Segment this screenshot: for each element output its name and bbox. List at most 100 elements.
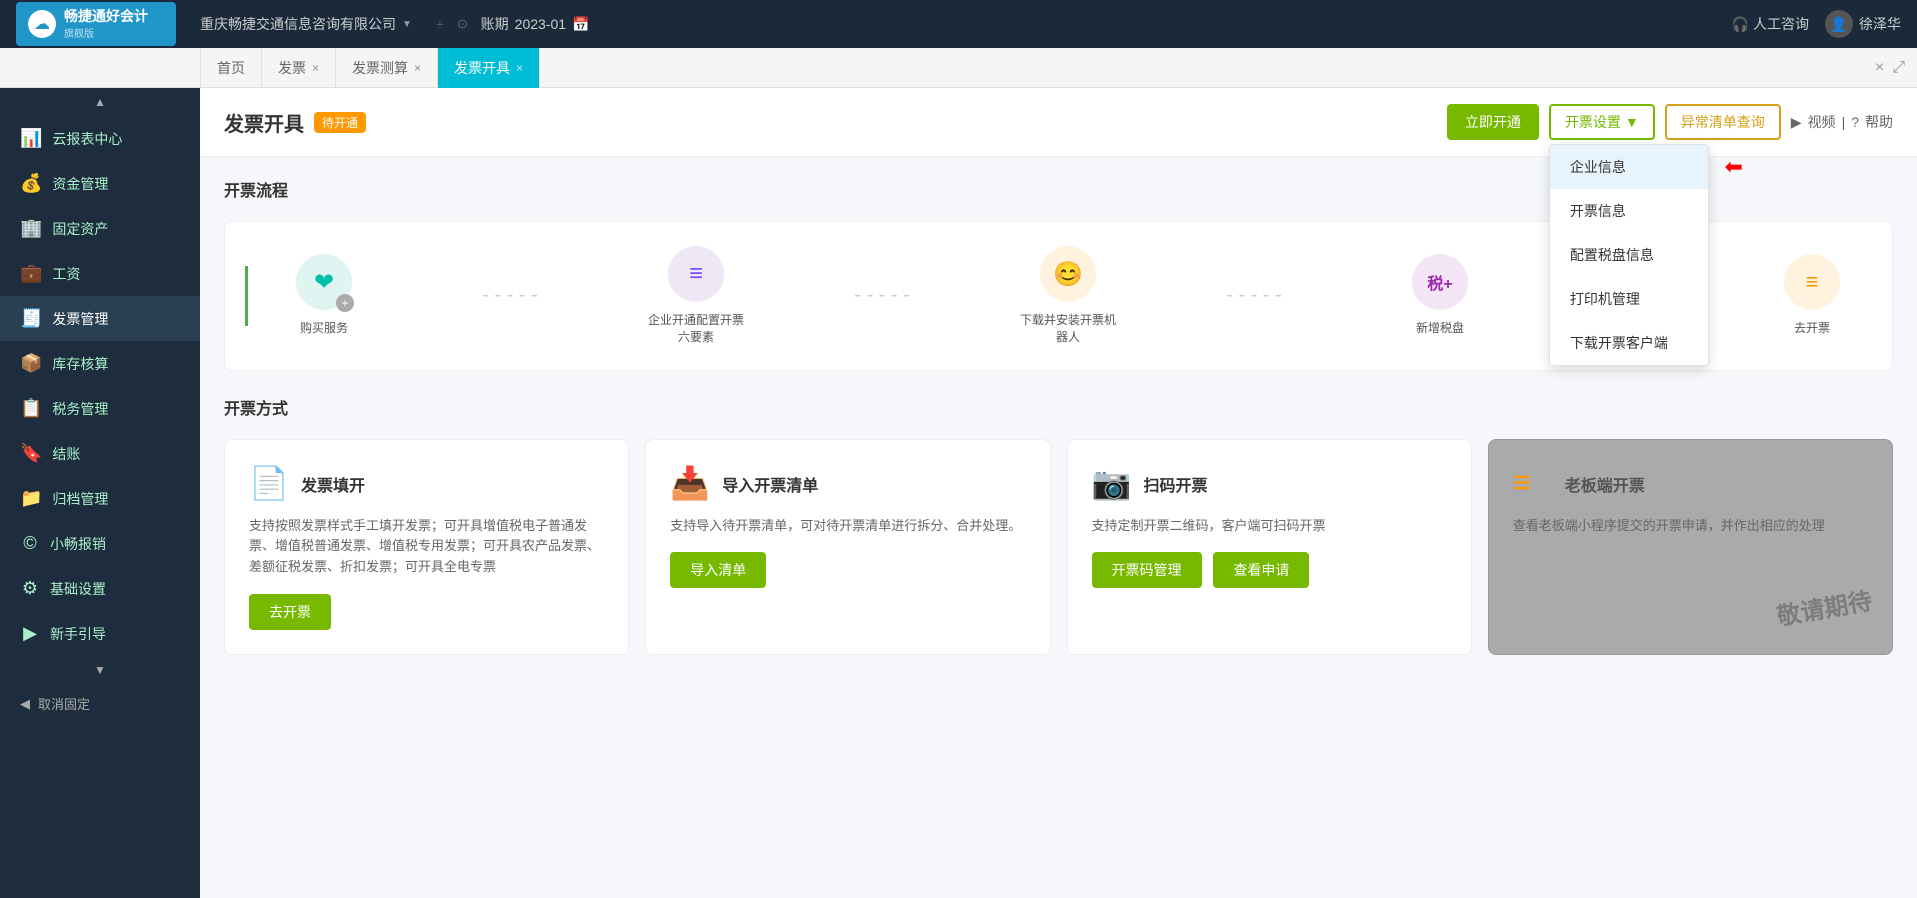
process-arrow-2: - - - - -	[756, 284, 1008, 307]
kucun-icon: 📦	[20, 353, 42, 374]
tab-invoice-calc-label: 发票测算	[352, 58, 408, 78]
tab-invoice-calc-close[interactable]: ×	[414, 61, 421, 75]
process-step-download: 😊 下载并安装开票机器人	[1008, 246, 1128, 346]
help-label[interactable]: 帮助	[1865, 112, 1893, 132]
sidebar-scroll-down[interactable]: ▼	[0, 656, 200, 684]
sidebar-item-yunbao[interactable]: 📊 云报表中心	[0, 116, 200, 161]
process-label-tax: 新增税盘	[1416, 320, 1464, 337]
play-icon[interactable]: ▶	[1791, 114, 1802, 131]
sidebar-scroll-up[interactable]: ▲	[0, 88, 200, 116]
sidebar-item-shuiwu[interactable]: 📋 税务管理	[0, 386, 200, 431]
settings-dropdown-arrow: ▼	[1625, 114, 1639, 130]
method-card-import: 📥 导入开票清单 支持导入待开票清单，可对待开票清单进行拆分、合并处理。 导入清…	[645, 439, 1050, 655]
sidebar-item-xinshouyindao[interactable]: ▶ 新手引导	[0, 611, 200, 656]
process-label-buy: 购买服务	[300, 320, 348, 337]
tab-home-label: 首页	[217, 58, 245, 78]
settings-icon[interactable]: ⚙	[456, 16, 469, 33]
dropdown-item-invoice-info[interactable]: 开票信息	[1550, 189, 1708, 233]
process-label-goto: 去开票	[1794, 320, 1830, 337]
sidebar-item-xiaochangbaoxiao[interactable]: © 小畅报销	[0, 521, 200, 566]
process-icon-goto: ≡	[1784, 254, 1840, 310]
video-help-area: ▶ 视频 | ? 帮助	[1791, 112, 1893, 132]
process-icon-tax: 税+	[1412, 254, 1468, 310]
tab-invoice-issue[interactable]: 发票开具 ×	[438, 48, 540, 88]
user-area[interactable]: 👤 徐泽华	[1825, 10, 1901, 38]
calendar-icon[interactable]: 📅	[572, 16, 589, 33]
method-fill-btn[interactable]: 去开票	[249, 594, 331, 630]
dropdown-item-printer[interactable]: 打印机管理	[1550, 277, 1708, 321]
sidebar-item-jiezhang[interactable]: 🔖 结账	[0, 431, 200, 476]
sidebar-cancel-pin[interactable]: ◀ 取消固定	[0, 684, 200, 723]
sidebar-item-zijin-label: 资金管理	[52, 174, 108, 194]
sidebar-item-guidang-label: 归档管理	[52, 489, 108, 509]
method-scan-btn1[interactable]: 开票码管理	[1092, 552, 1202, 588]
consult-btn[interactable]: 🎧 人工咨询	[1732, 14, 1809, 34]
activate-btn[interactable]: 立即开通	[1447, 104, 1539, 140]
content-area: 发票开具 待开通 立即开通 开票设置 ▼ 企业信息	[200, 88, 1917, 898]
dropdown-item-company-info[interactable]: 企业信息 ⬅	[1550, 145, 1708, 189]
logo-area[interactable]: ☁ 畅捷通好会计 旗舰版	[16, 2, 176, 46]
method-import-btn[interactable]: 导入清单	[670, 552, 766, 588]
dropdown-item-tax-disk[interactable]: 配置税盘信息	[1550, 233, 1708, 277]
method-scan-btn2[interactable]: 查看申请	[1213, 552, 1309, 588]
tab-invoice-issue-close[interactable]: ×	[516, 61, 523, 75]
invoice-methods: 📄 发票填开 支持按照发票样式手工填开发票；可开具增值税电子普通发票、增值税普通…	[224, 439, 1893, 655]
sidebar-item-gongzi-label: 工资	[52, 264, 80, 284]
sidebar-item-yunbao-label: 云报表中心	[52, 129, 122, 149]
sidebar-item-fapiao[interactable]: 🧾 发票管理	[0, 296, 200, 341]
process-icon-config: ≡	[668, 246, 724, 302]
method-card-fill: 📄 发票填开 支持按照发票样式手工填开发票；可开具增值税电子普通发票、增值税普通…	[224, 439, 629, 655]
sidebar-item-shuiwu-label: 税务管理	[52, 399, 108, 419]
cancel-pin-icon: ◀	[20, 696, 30, 712]
method-section-title: 开票方式	[224, 395, 1893, 419]
avatar: 👤	[1825, 10, 1853, 38]
sidebar-item-jichushezhi-label: 基础设置	[50, 579, 106, 599]
tab-maximize-btn[interactable]: ⤢	[1892, 59, 1905, 77]
logo-title: 畅捷通好会计	[64, 8, 148, 25]
sidebar-item-guidang[interactable]: 📁 归档管理	[0, 476, 200, 521]
consult-label: 人工咨询	[1753, 14, 1809, 34]
process-icon-download: 😊	[1040, 246, 1096, 302]
divider: +	[436, 16, 444, 32]
tab-actions: × ⤢	[1863, 59, 1917, 77]
sidebar-item-gudingzichan-label: 固定资产	[52, 219, 108, 239]
tab-invoice-calc[interactable]: 发票测算 ×	[336, 48, 438, 88]
period-label: 账期	[481, 14, 509, 34]
tab-close-btn[interactable]: ×	[1875, 59, 1884, 77]
company-selector[interactable]: 重庆畅捷交通信息咨询有限公司 ▼	[188, 14, 424, 34]
method-scan-desc: 支持定制开票二维码，客户端可扫码开票	[1092, 516, 1447, 537]
plus-badge-buy: +	[336, 294, 354, 312]
video-label[interactable]: 视频	[1808, 112, 1836, 132]
sidebar-item-jichushezhi[interactable]: ⚙ 基础设置	[0, 566, 200, 611]
settings-btn[interactable]: 开票设置 ▼	[1549, 104, 1655, 140]
logo-subtitle: 旗舰版	[64, 25, 148, 40]
sidebar-item-kucun-label: 库存核算	[52, 354, 108, 374]
method-import-desc: 支持导入待开票清单，可对待开票清单进行拆分、合并处理。	[670, 516, 1025, 537]
gudingzichan-icon: 🏢	[20, 218, 42, 239]
dropdown-item-download-client[interactable]: 下载开票客户端	[1550, 321, 1708, 365]
sidebar-item-gudingzichan[interactable]: 🏢 固定资产	[0, 206, 200, 251]
process-step-config: ≡ 企业开通配置开票六要素	[636, 246, 756, 346]
dropdown-company-info-label: 企业信息	[1570, 159, 1626, 175]
page-header: 发票开具 待开通 立即开通 开票设置 ▼ 企业信息	[200, 88, 1917, 157]
abnormal-list-btn[interactable]: 异常清单查询	[1665, 104, 1781, 140]
process-step-tax: 税+ 新增税盘	[1380, 254, 1500, 337]
tab-home[interactable]: 首页	[200, 48, 262, 88]
cancel-pin-label: 取消固定	[38, 694, 90, 713]
sidebar-item-kucun[interactable]: 📦 库存核算	[0, 341, 200, 386]
page-title-area: 发票开具 待开通	[224, 108, 366, 137]
process-step-goto: ≡ 去开票	[1752, 254, 1872, 337]
company-dropdown-arrow: ▼	[402, 19, 412, 30]
yunbao-icon: 📊	[20, 128, 42, 149]
sidebar-item-gongzi[interactable]: 💼 工资	[0, 251, 200, 296]
tab-bar: 首页 发票 × 发票测算 × 发票开具 × × ⤢	[0, 48, 1917, 88]
period-info: 账期 2023-01 📅	[481, 14, 590, 34]
dropdown-download-client-label: 下载开票客户端	[1570, 335, 1668, 351]
sidebar-item-zijin[interactable]: 💰 资金管理	[0, 161, 200, 206]
method-boss-header: ≡ 老板端开票	[1513, 464, 1868, 504]
method-boss-desc: 查看老板端小程序提交的开票申请，并作出相应的处理	[1513, 516, 1868, 537]
tab-invoice-close[interactable]: ×	[312, 61, 319, 75]
settings-dropdown-container: 开票设置 ▼ 企业信息 ⬅ 开票信息	[1549, 104, 1655, 140]
tab-invoice[interactable]: 发票 ×	[262, 48, 336, 88]
process-label-download: 下载并安装开票机器人	[1018, 312, 1118, 346]
